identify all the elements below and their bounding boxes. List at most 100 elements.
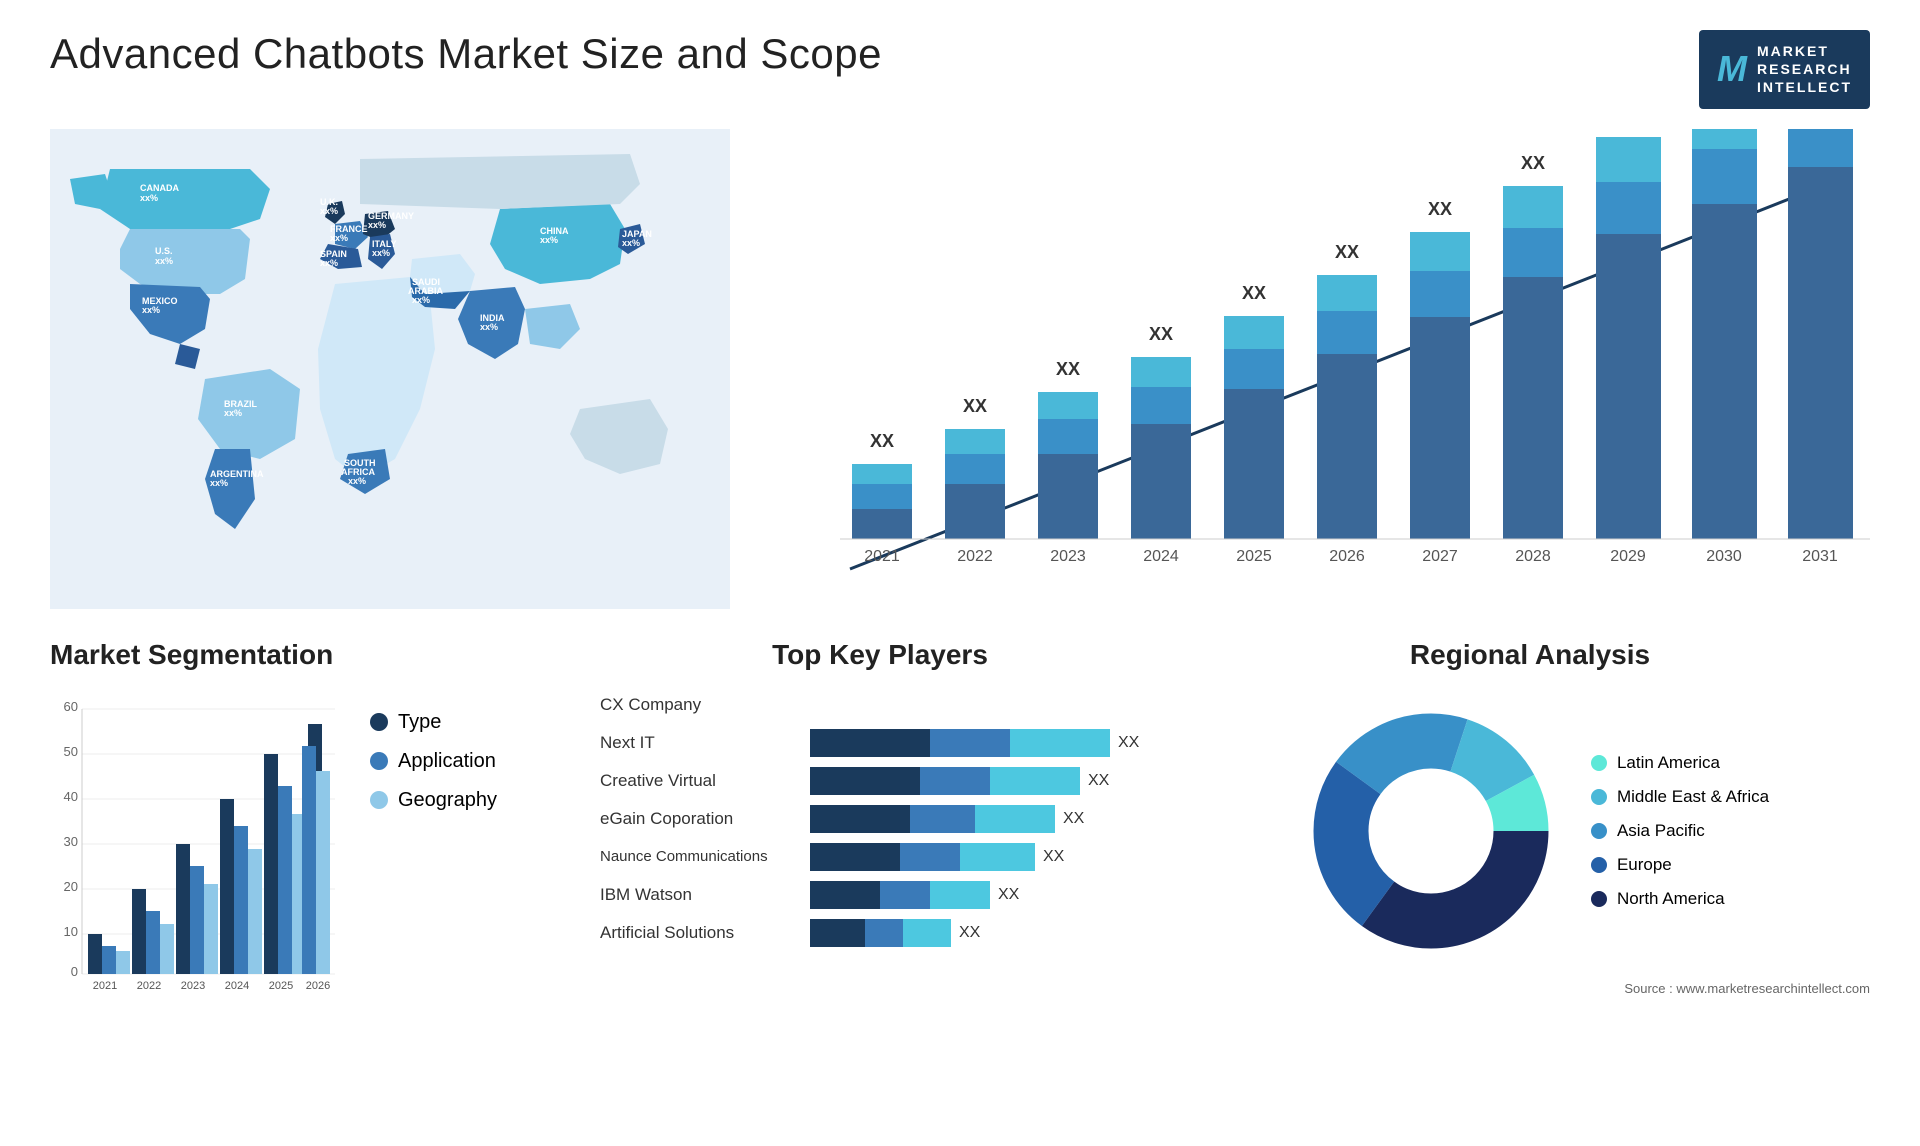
- bar-2021-s2: [852, 484, 912, 509]
- svg-text:XX: XX: [1521, 153, 1545, 173]
- player-name-creative: Creative Virtual: [600, 771, 800, 791]
- bar-seg2-artificial: [865, 919, 903, 947]
- legend-dot-geography: [370, 791, 388, 809]
- reg-legend-europe: Europe: [1591, 855, 1769, 875]
- svg-text:20: 20: [64, 879, 78, 894]
- seg-chart-svg: 60 50 40 30 20 10 0: [50, 691, 340, 1011]
- player-bar-creative: [810, 767, 1080, 795]
- player-name-egain: eGain Coporation: [600, 809, 800, 829]
- bar-seg1-creative: [810, 767, 920, 795]
- svg-text:2023: 2023: [1050, 548, 1086, 565]
- label-germany-val: xx%: [368, 220, 386, 230]
- reg-legend-latin: Latin America: [1591, 753, 1769, 773]
- legend-dot-type: [370, 713, 388, 731]
- label-uk-val: xx%: [320, 206, 338, 216]
- svg-text:XX: XX: [1616, 129, 1640, 133]
- label-japan-val: xx%: [622, 238, 640, 248]
- seg-legend: Type Application Geography: [370, 691, 497, 812]
- label-argentina-val: xx%: [210, 478, 228, 488]
- player-row-nextit: Next IT XX: [600, 729, 1160, 757]
- player-xx-artificial: XX: [959, 924, 980, 942]
- bar-seg2-naunce: [900, 843, 960, 871]
- player-row-naunce: Naunce Communications XX: [600, 843, 1160, 871]
- player-row-artificial: Artificial Solutions XX: [600, 919, 1160, 947]
- bar-seg1-ibm: [810, 881, 880, 909]
- svg-text:XX: XX: [1242, 283, 1266, 303]
- player-bar-wrap-naunce: XX: [810, 843, 1160, 871]
- bar-seg3-artificial: [903, 919, 951, 947]
- svg-text:2021: 2021: [864, 548, 900, 565]
- svg-text:2025: 2025: [1236, 548, 1272, 565]
- reg-label-mea: Middle East & Africa: [1617, 787, 1769, 807]
- bar-seg2-creative: [920, 767, 990, 795]
- svg-text:2026: 2026: [306, 980, 330, 992]
- label-spain-val: xx%: [320, 258, 338, 268]
- label-canada-val: xx%: [140, 193, 158, 203]
- player-bar-wrap-cx: [810, 691, 1160, 719]
- reg-dot-mea: [1591, 789, 1607, 805]
- player-xx-creative: XX: [1088, 772, 1109, 790]
- player-name-ibm: IBM Watson: [600, 885, 800, 905]
- bar-seg2-egain: [910, 805, 975, 833]
- label-india-val: xx%: [480, 322, 498, 332]
- player-xx-nextit: XX: [1118, 734, 1139, 752]
- player-bar-naunce: [810, 843, 1035, 871]
- growth-chart-container: XX XX XX XX XX: [770, 129, 1870, 609]
- world-map-container: CANADA xx% U.S. xx% MEXICO xx% BRAZIL xx…: [50, 129, 730, 609]
- players-title: Top Key Players: [600, 639, 1160, 671]
- label-canada: CANADA: [140, 183, 179, 193]
- svg-text:60: 60: [64, 699, 78, 714]
- reg-label-asia: Asia Pacific: [1617, 821, 1705, 841]
- source-text: Source : www.marketresearchintellect.com: [1190, 981, 1870, 996]
- bar-seg3-ibm: [930, 881, 990, 909]
- bar-seg3-egain: [975, 805, 1055, 833]
- svg-text:2029: 2029: [1610, 548, 1646, 565]
- player-bar-artificial: [810, 919, 951, 947]
- player-name-nextit: Next IT: [600, 733, 800, 753]
- svg-text:2024: 2024: [225, 980, 249, 992]
- page-title: Advanced Chatbots Market Size and Scope: [50, 30, 882, 78]
- svg-text:0: 0: [71, 964, 78, 979]
- logo-area: M MARKET RESEARCH INTELLECT: [1699, 30, 1870, 109]
- player-bar-wrap-creative: XX: [810, 767, 1160, 795]
- top-section: CANADA xx% U.S. xx% MEXICO xx% BRAZIL xx…: [50, 129, 1870, 609]
- reg-dot-latin: [1591, 755, 1607, 771]
- svg-text:XX: XX: [1428, 199, 1452, 219]
- player-bar-wrap-ibm: XX: [810, 881, 1160, 909]
- label-us: U.S.: [155, 246, 173, 256]
- svg-text:2023: 2023: [181, 980, 205, 992]
- player-bar-wrap-nextit: XX: [810, 729, 1160, 757]
- svg-text:XX: XX: [1149, 324, 1173, 344]
- svg-text:2022: 2022: [137, 980, 161, 992]
- donut-svg: [1291, 691, 1571, 971]
- logo-text: MARKET RESEARCH INTELLECT: [1757, 42, 1852, 97]
- legend-label-geography: Geography: [398, 789, 497, 812]
- svg-text:XX: XX: [963, 396, 987, 416]
- svg-text:2024: 2024: [1143, 548, 1179, 565]
- segmentation-title: Market Segmentation: [50, 639, 570, 671]
- header: Advanced Chatbots Market Size and Scope …: [50, 30, 1870, 109]
- svg-text:XX: XX: [1056, 359, 1080, 379]
- bar-seg1-naunce: [810, 843, 900, 871]
- page-container: Advanced Chatbots Market Size and Scope …: [0, 0, 1920, 1146]
- player-name-naunce: Naunce Communications: [600, 848, 800, 865]
- reg-legend-northamerica: North America: [1591, 889, 1769, 909]
- svg-text:40: 40: [64, 789, 78, 804]
- svg-text:2021: 2021: [93, 980, 117, 992]
- svg-text:2027: 2027: [1422, 548, 1458, 565]
- regional-title: Regional Analysis: [1190, 639, 1870, 671]
- player-xx-naunce: XX: [1043, 848, 1064, 866]
- svg-text:2030: 2030: [1706, 548, 1742, 565]
- donut-center: [1371, 771, 1491, 891]
- bar-seg3-creative: [990, 767, 1080, 795]
- bar-seg2-nextit: [930, 729, 1010, 757]
- player-bar-ibm: [810, 881, 990, 909]
- player-xx-ibm: XX: [998, 886, 1019, 904]
- label-france-val: xx%: [330, 233, 348, 243]
- legend-label-type: Type: [398, 711, 441, 734]
- bar-seg3-naunce: [960, 843, 1035, 871]
- label-brazil-val: xx%: [224, 408, 242, 418]
- legend-type: Type: [370, 711, 497, 734]
- regional-wrap: Latin America Middle East & Africa Asia …: [1190, 691, 1870, 971]
- svg-text:XX: XX: [1335, 242, 1359, 262]
